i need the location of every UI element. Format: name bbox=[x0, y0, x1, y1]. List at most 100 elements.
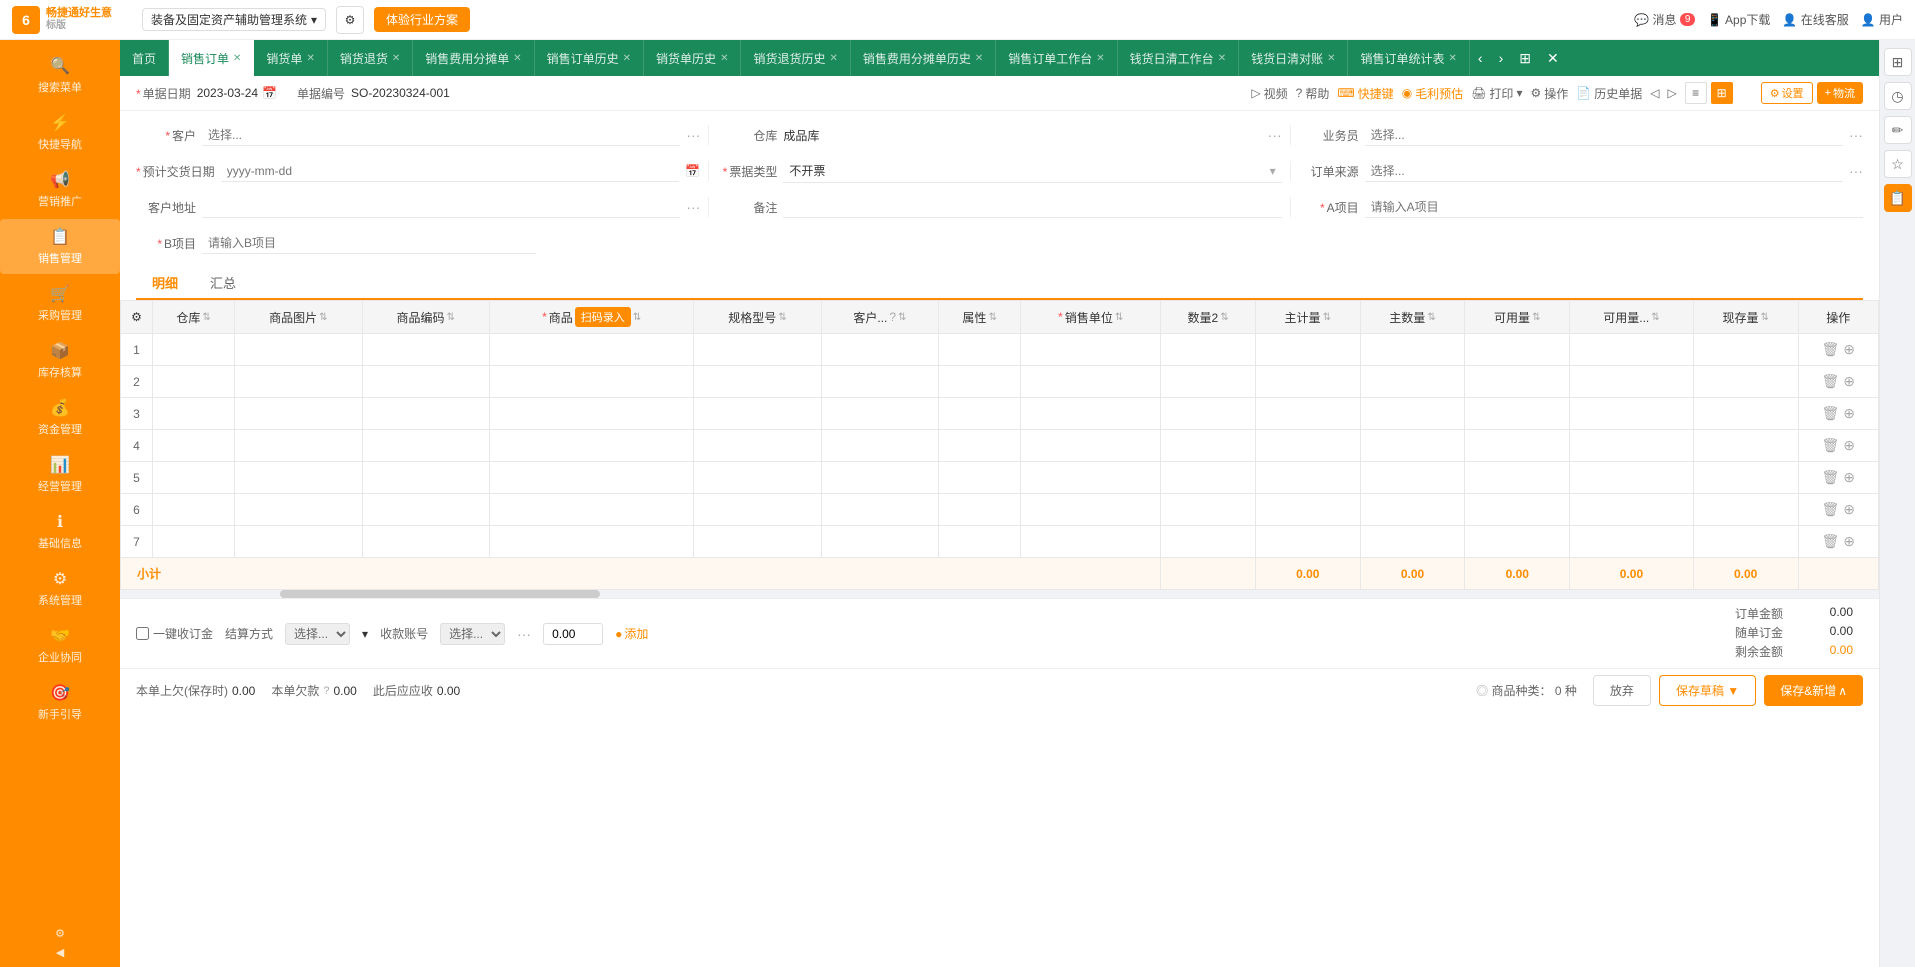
tab-close-icon[interactable]: ✕ bbox=[975, 53, 983, 64]
warehouse-more-icon[interactable]: ··· bbox=[1268, 127, 1282, 143]
delivery-cal-icon[interactable]: 📅 bbox=[685, 164, 700, 178]
tab-sales-order[interactable]: 销售订单 ✕ bbox=[169, 40, 254, 76]
tab-home[interactable]: 首页 bbox=[120, 40, 169, 76]
horizontal-scrollbar[interactable] bbox=[120, 590, 1879, 598]
sidebar-item-marketing[interactable]: 📢 营销推广 bbox=[0, 162, 120, 217]
add-item-btn[interactable]: +物流 bbox=[1817, 82, 1863, 104]
row-copy-btn[interactable]: ⊕ bbox=[1843, 341, 1855, 358]
tab-close-icon[interactable]: ✕ bbox=[1449, 53, 1457, 64]
tab-daily-workbench[interactable]: 钱货日清工作台 ✕ bbox=[1118, 40, 1239, 76]
sidebar-item-finance[interactable]: 💰 资金管理 bbox=[0, 390, 120, 445]
sidebar-item-inventory[interactable]: 📦 库存核算 bbox=[0, 333, 120, 388]
message-icon[interactable]: 💬 消息 9 bbox=[1634, 11, 1695, 28]
address-input[interactable] bbox=[202, 197, 680, 218]
tab-close-icon[interactable]: ✕ bbox=[1327, 53, 1335, 64]
tab-sales-expense-history[interactable]: 销售费用分摊单历史 ✕ bbox=[851, 40, 996, 76]
row-delete-btn[interactable]: 🗑 bbox=[1822, 533, 1840, 550]
view-video-btn[interactable]: ▷ 视频 bbox=[1251, 85, 1287, 102]
sidebar-item-guide[interactable]: 🎯 新手引导 bbox=[0, 675, 120, 730]
settings-action-btn[interactable]: ⚙设置 bbox=[1761, 82, 1813, 104]
sidebar-item-sales[interactable]: 📋 销售管理 bbox=[0, 219, 120, 274]
tab-sales-return[interactable]: 销货退货 ✕ bbox=[328, 40, 413, 76]
one-click-payment-checkbox[interactable]: 一键收订金 bbox=[136, 625, 213, 642]
tab-sales-return-history[interactable]: 销货退货历史 ✕ bbox=[741, 40, 850, 76]
sidebar-settings-btn[interactable]: ⚙ bbox=[55, 927, 65, 940]
tab-sales-workbench[interactable]: 销售订单工作台 ✕ bbox=[996, 40, 1117, 76]
tab-sales-invoice-history[interactable]: 销货单历史 ✕ bbox=[644, 40, 741, 76]
one-click-checkbox[interactable] bbox=[136, 627, 149, 640]
tab-detail[interactable]: 明细 bbox=[136, 267, 194, 300]
staff-more-icon[interactable]: ··· bbox=[1849, 127, 1863, 143]
sidebar-item-system[interactable]: ⚙ 系统管理 bbox=[0, 561, 120, 616]
payment-method-select[interactable]: 选择... bbox=[285, 623, 350, 645]
a-project-input[interactable] bbox=[1365, 197, 1863, 218]
tab-daily-reconcile[interactable]: 钱货日清对账 ✕ bbox=[1239, 40, 1348, 76]
customer-more-icon[interactable]: ··· bbox=[686, 127, 700, 143]
sidebar-item-search[interactable]: 🔍 搜索菜单 bbox=[0, 48, 120, 103]
right-panel-clipboard-btn[interactable]: 📋 bbox=[1884, 184, 1912, 212]
tab-summary[interactable]: 汇总 bbox=[194, 267, 252, 298]
user-avatar[interactable]: 👤 用户 bbox=[1861, 11, 1903, 28]
tab-close-icon[interactable]: ✕ bbox=[233, 53, 241, 64]
order-source-more-icon[interactable]: ··· bbox=[1849, 163, 1863, 179]
row-delete-btn[interactable]: 🗑 bbox=[1822, 405, 1840, 422]
tab-sales-expense[interactable]: 销售费用分摊单 ✕ bbox=[413, 40, 534, 76]
account-select[interactable]: 选择... bbox=[440, 623, 505, 645]
save-draft-button[interactable]: 保存草稿 ▼ bbox=[1659, 675, 1756, 706]
sidebar-item-basics[interactable]: ℹ 基础信息 bbox=[0, 504, 120, 559]
staff-input[interactable] bbox=[1365, 125, 1843, 146]
discard-button[interactable]: 放弃 bbox=[1593, 675, 1651, 706]
tab-sales-stats[interactable]: 销售订单统计表 ✕ bbox=[1348, 40, 1469, 76]
sidebar-item-purchase[interactable]: 🛒 采购管理 bbox=[0, 276, 120, 331]
row-delete-btn[interactable]: 🗑 bbox=[1822, 469, 1840, 486]
scan-btn[interactable]: 扫码录入 bbox=[575, 307, 631, 327]
tab-nav-expand[interactable]: ⊞ bbox=[1511, 50, 1539, 67]
order-source-input[interactable] bbox=[1365, 161, 1843, 182]
invoice-select[interactable]: 不开票 ▾ bbox=[783, 159, 1281, 183]
tab-nav-next[interactable]: › bbox=[1491, 50, 1512, 66]
tab-close-icon[interactable]: ✕ bbox=[720, 53, 728, 64]
row-copy-btn[interactable]: ⊕ bbox=[1843, 373, 1855, 390]
settings-icon-button[interactable]: ⚙ bbox=[336, 6, 364, 34]
tab-sales-order-history[interactable]: 销售订单历史 ✕ bbox=[535, 40, 644, 76]
sidebar-item-operations[interactable]: 📊 经营管理 bbox=[0, 447, 120, 502]
tab-nav-prev[interactable]: ‹ bbox=[1470, 50, 1491, 66]
th-settings[interactable]: ⚙ bbox=[121, 301, 153, 334]
tab-close-icon[interactable]: ✕ bbox=[392, 53, 400, 64]
tab-close-icon[interactable]: ✕ bbox=[1218, 53, 1226, 64]
tab-close-icon[interactable]: ✕ bbox=[1096, 53, 1104, 64]
print-btn[interactable]: 🖨 打印 ▾ bbox=[1471, 85, 1522, 102]
row-copy-btn[interactable]: ⊕ bbox=[1843, 501, 1855, 518]
list-view-btn[interactable]: ≡ bbox=[1685, 82, 1707, 104]
shortcut-btn[interactable]: ⌨ 快捷键 bbox=[1337, 85, 1393, 102]
history-btn[interactable]: 📄 历史单据 bbox=[1576, 85, 1642, 102]
row-copy-btn[interactable]: ⊕ bbox=[1843, 405, 1855, 422]
tab-sales-invoice[interactable]: 销货单 ✕ bbox=[254, 40, 327, 76]
nav-prev-btn[interactable]: ◁ bbox=[1650, 86, 1659, 100]
row-delete-btn[interactable]: 🗑 bbox=[1822, 501, 1840, 518]
tab-close-icon[interactable]: ✕ bbox=[306, 53, 314, 64]
online-service-link[interactable]: 👤 在线客服 bbox=[1782, 11, 1848, 28]
b-project-input[interactable] bbox=[202, 233, 536, 254]
row-delete-btn[interactable]: 🗑 bbox=[1822, 341, 1840, 358]
app-download-link[interactable]: 📱 App下载 bbox=[1707, 11, 1770, 28]
right-panel-grid-btn[interactable]: ⊞ bbox=[1884, 48, 1912, 76]
save-new-button[interactable]: 保存&新增 ∧ bbox=[1764, 675, 1863, 706]
remark-input[interactable] bbox=[783, 197, 1281, 218]
tab-close-icon[interactable]: ✕ bbox=[513, 53, 521, 64]
row-copy-btn[interactable]: ⊕ bbox=[1843, 533, 1855, 550]
row-delete-btn[interactable]: 🗑 bbox=[1822, 373, 1840, 390]
profit-btn[interactable]: ◉ 毛利预估 bbox=[1402, 85, 1464, 102]
sidebar-item-collaboration[interactable]: 🤝 企业协同 bbox=[0, 618, 120, 673]
solution-button[interactable]: 体验行业方案 bbox=[374, 7, 470, 32]
sidebar-collapse-btn[interactable]: ◀ bbox=[56, 946, 64, 959]
calendar-icon[interactable]: 📅 bbox=[262, 86, 277, 100]
tab-close-all[interactable]: ✕ bbox=[1539, 50, 1567, 67]
system-selector[interactable]: 装备及固定资产辅助管理系统 ▾ bbox=[142, 8, 326, 31]
customer-input[interactable] bbox=[202, 125, 680, 146]
right-panel-star-btn[interactable]: ☆ bbox=[1884, 150, 1912, 178]
tab-close-icon[interactable]: ✕ bbox=[623, 53, 631, 64]
scrollbar-thumb[interactable] bbox=[280, 590, 600, 598]
right-panel-clock-btn[interactable]: ◷ bbox=[1884, 82, 1912, 110]
amount-input[interactable] bbox=[543, 623, 603, 645]
